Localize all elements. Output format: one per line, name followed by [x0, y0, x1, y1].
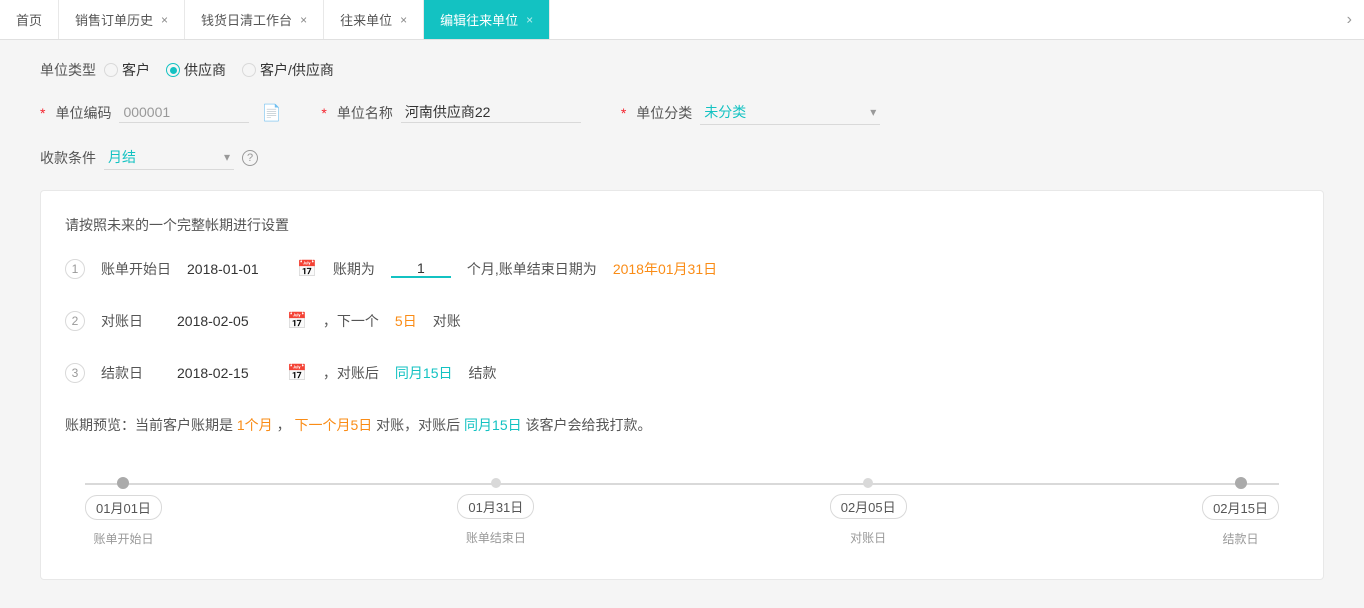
close-edit-partners[interactable]: × [526, 13, 533, 27]
radio-supplier-label: 供应商 [184, 60, 226, 80]
unit-type-label: 单位类型 [40, 60, 96, 80]
node-label-4: 结款日 [1223, 530, 1259, 547]
unit-class-select[interactable]: 未分类 ▾ [700, 100, 880, 125]
timeline-node-3: 02月05日 对账日 [830, 463, 907, 547]
suffix-highlight-3: 同月15日 [395, 363, 453, 383]
close-cash-work[interactable]: × [300, 13, 307, 27]
radio-both-label: 客户/供应商 [260, 60, 334, 80]
unit-class-chevron: ▾ [870, 105, 876, 119]
card-title: 请按照未来的一个完整帐期进行设置 [65, 215, 1299, 235]
period-end-1: 2018年01月31日 [613, 259, 717, 279]
node-bubble-1: 01月01日 [85, 495, 162, 520]
period-suffix-1: 个月,账单结束日期为 [467, 259, 597, 279]
node-dot-3 [863, 478, 873, 488]
setting-num-1: 1 [65, 259, 85, 279]
suffix-before-2: ，下一个 [323, 311, 379, 331]
unit-class-star: * [621, 105, 626, 121]
payment-label: 收款条件 [40, 148, 96, 168]
tab-bar: 首页 销售订单历史 × 钱货日清工作台 × 往来单位 × 编辑往来单位 × › [0, 0, 1364, 40]
payment-group: 收款条件 月结 ▾ ? [40, 145, 258, 170]
preview-text: 账期预览：当前客户账期是 1个月 ， 下一个月5日 对账，对账后 同月15日 该… [65, 415, 1299, 435]
radio-both[interactable]: 客户/供应商 [242, 60, 334, 80]
date-value-2: 2018-02-05 [177, 313, 267, 329]
unit-code-input[interactable] [119, 102, 249, 123]
tab-partners[interactable]: 往来单位 × [324, 0, 424, 39]
suffix-before-3: ，对账后 [323, 363, 379, 383]
tab-sales-history[interactable]: 销售订单历史 × [59, 0, 185, 39]
payment-select[interactable]: 月结 ▾ [104, 145, 234, 170]
unit-info-row: * 单位编码 📄 * 单位名称 * 单位分类 未分类 ▾ [40, 100, 1324, 125]
node-label-2: 账单结束日 [466, 529, 526, 546]
timeline-node-1: 01月01日 账单开始日 [85, 463, 162, 547]
cal-icon-2[interactable]: 📅 [287, 311, 307, 331]
close-partners[interactable]: × [400, 13, 407, 27]
node-bubble-3: 02月05日 [830, 494, 907, 519]
node-dot-1 [117, 477, 129, 489]
period-input-1[interactable] [391, 260, 451, 278]
setting-row-3: 3 结款日 2018-02-15 📅 ，对账后 同月15日 结款 [65, 363, 1299, 383]
unit-type-group: 单位类型 客户 供应商 客户/供应商 [40, 60, 334, 80]
payment-help-icon[interactable]: ? [242, 150, 258, 166]
unit-code-label: 单位编码 [55, 103, 111, 123]
setting-num-3: 3 [65, 363, 85, 383]
radio-supplier-circle [166, 63, 180, 77]
main-content: 单位类型 客户 供应商 客户/供应商 * 单位编码 [0, 40, 1364, 608]
suffix-after-3: 结款 [469, 363, 497, 383]
tab-home[interactable]: 首页 [0, 0, 59, 39]
tab-edit-partners[interactable]: 编辑往来单位 × [424, 0, 550, 39]
radio-customer-circle [104, 63, 118, 77]
node-label-1: 账单开始日 [93, 530, 153, 547]
unit-class-label: 单位分类 [636, 103, 692, 123]
unit-name-star: * [321, 105, 326, 121]
unit-type-row: 单位类型 客户 供应商 客户/供应商 [40, 60, 1324, 80]
unit-name-input[interactable] [401, 102, 581, 123]
cal-icon-3[interactable]: 📅 [287, 363, 307, 383]
node-bubble-4: 02月15日 [1202, 495, 1279, 520]
cal-icon-1[interactable]: 📅 [297, 259, 317, 279]
payment-value: 月结 [108, 147, 220, 167]
suffix-highlight-2: 5日 [395, 311, 417, 331]
setting-row-1: 1 账单开始日 2018-01-01 📅 账期为 个月,账单结束日期为 2018… [65, 259, 1299, 279]
suffix-after-2: 对账 [433, 311, 461, 331]
setting-label-1: 账单开始日 [101, 259, 171, 279]
payment-row: 收款条件 月结 ▾ ? [40, 145, 1324, 170]
node-dot-4 [1235, 477, 1247, 489]
node-label-3: 对账日 [850, 529, 886, 546]
unit-code-icon[interactable]: 📄 [261, 103, 281, 123]
node-bubble-2: 01月31日 [457, 494, 534, 519]
tab-cash-work[interactable]: 钱货日清工作台 × [185, 0, 324, 39]
unit-name-group: * 单位名称 [321, 102, 580, 123]
period-prefix-1: 账期为 [333, 259, 375, 279]
close-sales-history[interactable]: × [161, 13, 168, 27]
setting-label-3: 结款日 [101, 363, 161, 383]
tab-expand-button[interactable]: › [1335, 11, 1364, 29]
unit-type-radio-group: 客户 供应商 客户/供应商 [104, 60, 334, 80]
unit-class-group: * 单位分类 未分类 ▾ [621, 100, 880, 125]
unit-name-label: 单位名称 [337, 103, 393, 123]
radio-both-circle [242, 63, 256, 77]
node-dot-2 [491, 478, 501, 488]
radio-supplier[interactable]: 供应商 [166, 60, 226, 80]
unit-code-group: * 单位编码 📄 [40, 102, 281, 123]
settings-card: 请按照未来的一个完整帐期进行设置 1 账单开始日 2018-01-01 📅 账期… [40, 190, 1324, 580]
timeline-node-4: 02月15日 结款日 [1202, 463, 1279, 547]
setting-row-2: 2 对账日 2018-02-05 📅 ，下一个 5日 对账 [65, 311, 1299, 331]
unit-code-star: * [40, 105, 45, 121]
radio-customer[interactable]: 客户 [104, 60, 150, 80]
timeline-node-2: 01月31日 账单结束日 [457, 463, 534, 547]
timeline-container: 01月01日 账单开始日 01月31日 账单结束日 02月05日 对账日 [65, 463, 1299, 547]
date-value-3: 2018-02-15 [177, 365, 267, 381]
payment-chevron: ▾ [224, 150, 230, 164]
setting-num-2: 2 [65, 311, 85, 331]
radio-customer-label: 客户 [122, 60, 150, 80]
unit-class-value: 未分类 [704, 102, 866, 122]
timeline-nodes: 01月01日 账单开始日 01月31日 账单结束日 02月05日 对账日 [85, 463, 1279, 547]
setting-label-2: 对账日 [101, 311, 161, 331]
date-value-1: 2018-01-01 [187, 261, 277, 277]
